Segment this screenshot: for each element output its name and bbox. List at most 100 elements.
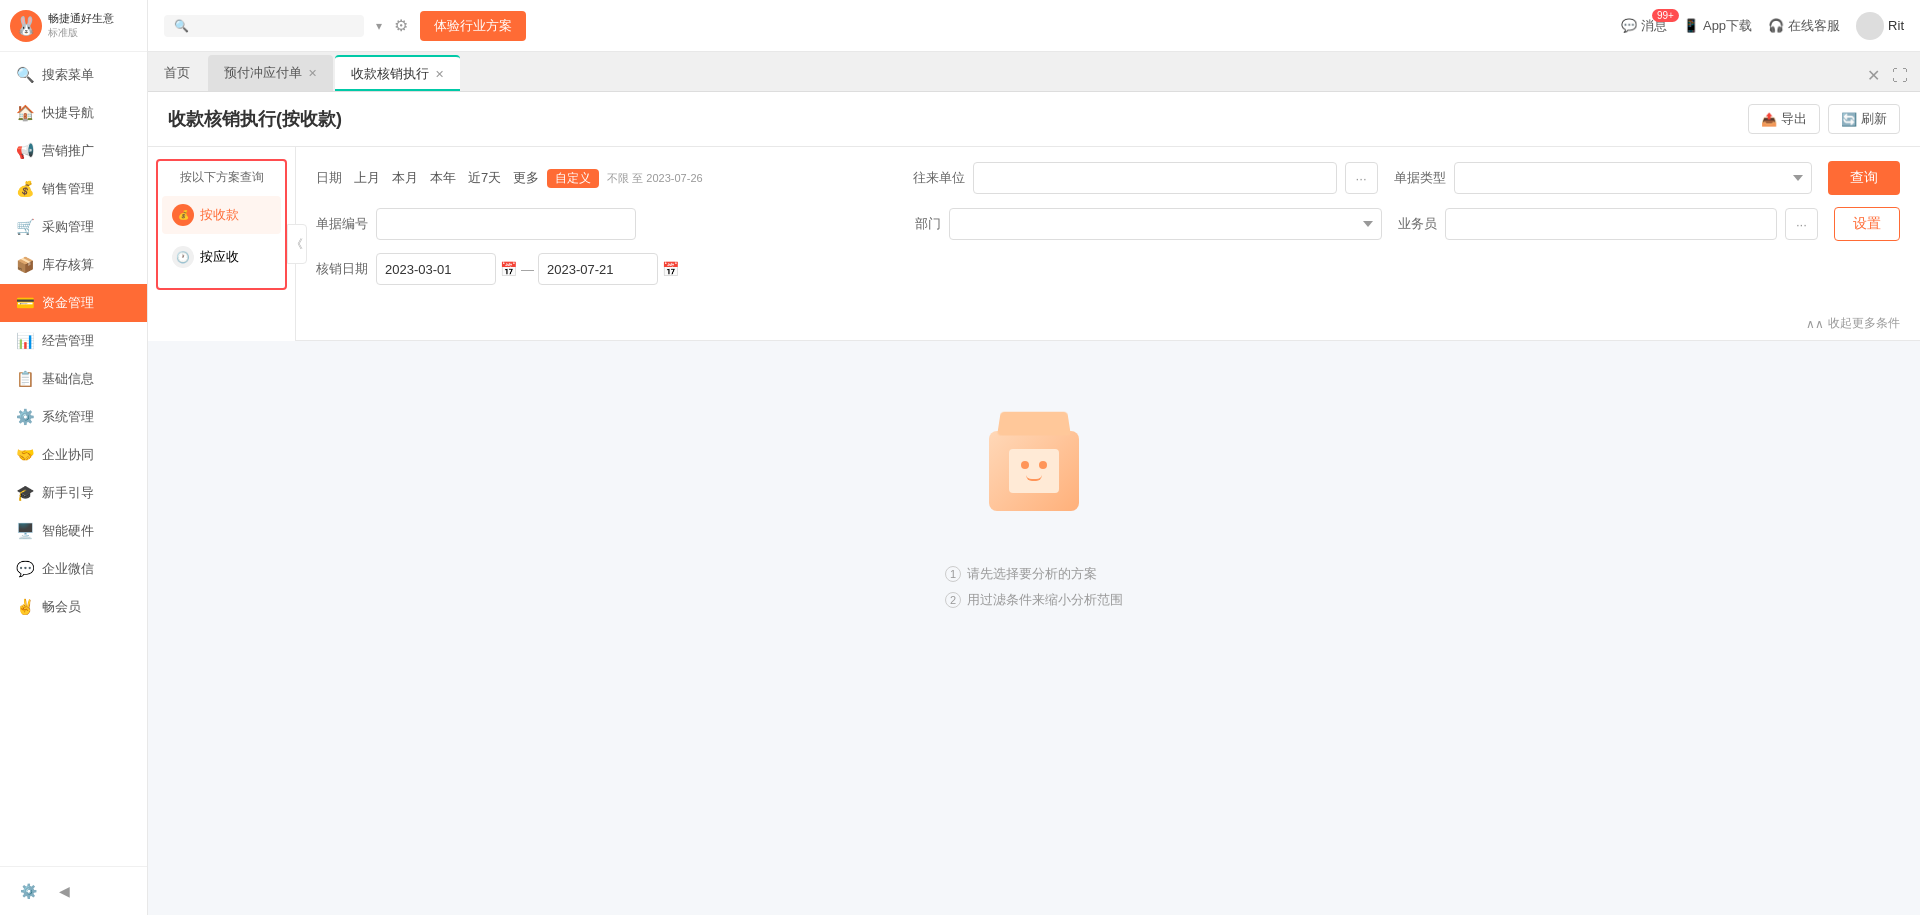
verify-date-end-input[interactable]: [538, 253, 658, 285]
purchase-icon: 🛒: [16, 218, 34, 236]
date-filter: 上月 本月 本年 近7天 更多 自定义 不限 至 2023-07-26: [350, 167, 897, 189]
service-icon: 🎧: [1768, 18, 1784, 33]
date-7days[interactable]: 近7天: [464, 167, 505, 189]
sidebar-item-system[interactable]: ⚙️ 系统管理: [0, 398, 147, 436]
date-custom-badge[interactable]: 自定义: [547, 169, 599, 188]
online-service-button[interactable]: 🎧 在线客服: [1768, 17, 1840, 35]
verify-date-group: 核销日期 📅 — 📅: [316, 253, 1900, 285]
sidebar-item-quick-nav[interactable]: 🏠 快捷导航: [0, 94, 147, 132]
page-title-row: 收款核销执行(按收款) 📤 导出 🔄 刷新: [168, 104, 1900, 134]
sidebar-item-wechat[interactable]: 💬 企业微信: [0, 550, 147, 588]
date-more[interactable]: 更多: [509, 167, 543, 189]
sidebar-item-hardware[interactable]: 🖥️ 智能硬件: [0, 512, 147, 550]
sidebar-label-system: 系统管理: [42, 408, 94, 426]
sidebar-item-vip[interactable]: ✌️ 畅会员: [0, 588, 147, 626]
guide-icon: 🎓: [16, 484, 34, 502]
sidebar-collapse-btn[interactable]: ◀: [50, 877, 78, 905]
top-header: 🔍 ▾ ⚙ 体验行业方案 💬 消息 99+ 📱 App下载 🎧 在线客服 Rit: [148, 0, 1920, 52]
sidebar-item-operations[interactable]: 📊 经营管理: [0, 322, 147, 360]
sidebar-settings-btn[interactable]: ⚙️: [14, 877, 42, 905]
hint-num-2: 2: [945, 592, 961, 608]
app-download-button[interactable]: 📱 App下载: [1683, 17, 1752, 35]
sidebar-label-enterprise: 企业协同: [42, 446, 94, 464]
verify-date-start-input[interactable]: [376, 253, 496, 285]
sidebar-label-vip: 畅会员: [42, 598, 81, 616]
receivable-filter-icon: 🕐: [172, 246, 194, 268]
sidebar-item-enterprise[interactable]: 🤝 企业协同: [0, 436, 147, 474]
date-sub-text: 不限 至 2023-07-26: [607, 171, 702, 186]
dept-select[interactable]: [949, 208, 1382, 240]
sidebar-label-basics: 基础信息: [42, 370, 94, 388]
sales-group: 业务员 ···: [1398, 208, 1818, 240]
sidebar-item-search[interactable]: 🔍 搜索菜单: [0, 56, 147, 94]
header-dropdown-btn[interactable]: ▾: [376, 19, 382, 33]
dept-group: 部门: [915, 208, 1382, 240]
app-name: 畅捷通好生意: [48, 11, 114, 25]
sidebar-label-purchase: 采购管理: [42, 218, 94, 236]
doc-no-group: 单据编号: [316, 208, 899, 240]
user-profile[interactable]: Rit: [1856, 12, 1904, 40]
partner-input[interactable]: [973, 162, 1337, 194]
date-label: 日期: [316, 169, 342, 187]
sales-input[interactable]: [1445, 208, 1777, 240]
tab-bar: 首页 预付冲应付单 ✕ 收款核销执行 ✕ ✕ ⛶: [148, 52, 1920, 92]
tab-bar-actions: ✕ ⛶: [1863, 64, 1920, 91]
refresh-button[interactable]: 🔄 刷新: [1828, 104, 1900, 134]
sidebar-item-marketing[interactable]: 📢 营销推广: [0, 132, 147, 170]
sidebar-item-inventory[interactable]: 📦 库存核算: [0, 246, 147, 284]
doc-type-select[interactable]: [1454, 162, 1812, 194]
header-gear-btn[interactable]: ⚙: [394, 16, 408, 35]
filter-receivable-label: 按应收: [200, 248, 239, 266]
verify-date-end-calendar[interactable]: 📅: [662, 261, 679, 277]
message-button[interactable]: 💬 消息 99+: [1621, 17, 1667, 35]
filter-by-receivable[interactable]: 🕐 按应收: [162, 238, 281, 276]
query-form: 日期 上月 本月 本年 近7天 更多 自定义 不限 至 2023-07-26: [296, 147, 1920, 311]
sidebar-label-inventory: 库存核算: [42, 256, 94, 274]
query-form-wrap: 日期 上月 本月 本年 近7天 更多 自定义 不限 至 2023-07-26: [296, 147, 1920, 341]
tab-receipt-close[interactable]: ✕: [435, 68, 444, 81]
sidebar-item-purchase[interactable]: 🛒 采购管理: [0, 208, 147, 246]
collapse-more-btn[interactable]: ∧∧ 收起更多条件: [1806, 315, 1900, 332]
date-this-year[interactable]: 本年: [426, 167, 460, 189]
partner-ellipsis-btn[interactable]: ···: [1345, 162, 1378, 194]
page-header: 收款核销执行(按收款) 📤 导出 🔄 刷新: [148, 92, 1920, 147]
tab-receipt-label: 收款核销执行: [351, 65, 429, 83]
header-search-area[interactable]: 🔍: [164, 15, 364, 37]
doc-no-input[interactable]: [376, 208, 636, 240]
tab-prepay[interactable]: 预付冲应付单 ✕: [208, 55, 333, 91]
settings-button[interactable]: 设置: [1834, 207, 1900, 241]
sidebar-item-sales[interactable]: 💰 销售管理: [0, 170, 147, 208]
refresh-icon: 🔄: [1841, 112, 1857, 127]
verify-date-start-calendar[interactable]: 📅: [500, 261, 517, 277]
tab-close-all-btn[interactable]: ✕: [1863, 64, 1884, 87]
hardware-icon: 🖥️: [16, 522, 34, 540]
sidebar: 🐰 畅捷通好生意 标准版 🔍 搜索菜单 🏠 快捷导航 📢 营销推广 💰 销售管理…: [0, 0, 148, 915]
verify-date-label: 核销日期: [316, 260, 368, 278]
filter-panel-collapse-btn[interactable]: 《: [287, 224, 307, 264]
tab-fullscreen-btn[interactable]: ⛶: [1888, 65, 1912, 87]
query-btn-group: 查询: [1828, 161, 1900, 195]
wechat-icon: 💬: [16, 560, 34, 578]
tab-home[interactable]: 首页: [148, 55, 206, 91]
filter-by-receipt[interactable]: 💰 按收款: [162, 196, 281, 234]
date-last-month[interactable]: 上月: [350, 167, 384, 189]
date-this-month[interactable]: 本月: [388, 167, 422, 189]
sales-icon: 💰: [16, 180, 34, 198]
tab-receipt-verify[interactable]: 收款核销执行 ✕: [335, 55, 460, 91]
sidebar-item-fund[interactable]: 💳 资金管理: [0, 284, 147, 322]
tab-prepay-close[interactable]: ✕: [308, 67, 317, 80]
collapse-more-section: ∧∧ 收起更多条件: [296, 311, 1920, 340]
sales-ellipsis-btn[interactable]: ···: [1785, 208, 1818, 240]
sidebar-item-basics[interactable]: 📋 基础信息: [0, 360, 147, 398]
home-icon: 🏠: [16, 104, 34, 122]
fund-icon: 💳: [16, 294, 34, 312]
query-button[interactable]: 查询: [1828, 161, 1900, 195]
tab-prepay-label: 预付冲应付单: [224, 64, 302, 82]
sidebar-label-hardware: 智能硬件: [42, 522, 94, 540]
search-icon: 🔍: [16, 66, 34, 84]
sidebar-item-guide[interactable]: 🎓 新手引导: [0, 474, 147, 512]
solution-button[interactable]: 体验行业方案: [420, 11, 526, 41]
export-button[interactable]: 📤 导出: [1748, 104, 1820, 134]
empty-state: 1 请先选择要分析的方案 2 用过滤条件来缩小分析范围: [148, 341, 1920, 697]
form-row-3: 核销日期 📅 — 📅: [316, 253, 1900, 285]
